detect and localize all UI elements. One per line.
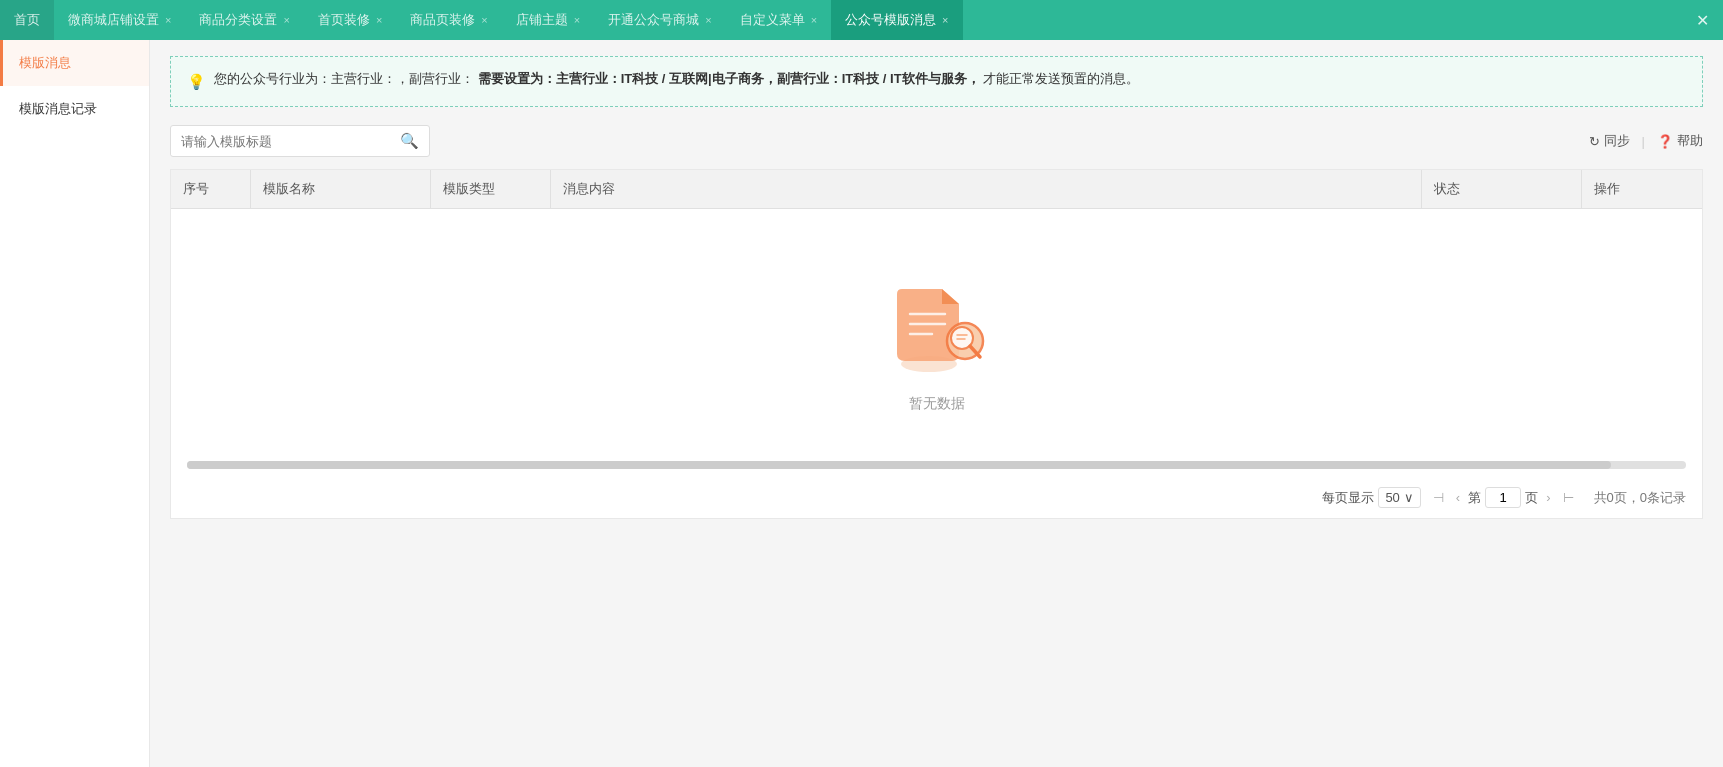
last-page-button[interactable]: ⊢ bbox=[1559, 488, 1578, 507]
close-open-shop-icon[interactable]: × bbox=[705, 14, 711, 26]
sync-icon: ↻ bbox=[1589, 134, 1600, 149]
close-store-settings-icon[interactable]: × bbox=[165, 14, 171, 26]
help-button[interactable]: ❓ 帮助 bbox=[1657, 132, 1703, 150]
notice-text: 您的公众号行业为：主营行业：，副营行业： 需要设置为：主营行业：IT科技 / 互… bbox=[214, 69, 1139, 90]
empty-text: 暂无数据 bbox=[909, 395, 965, 413]
scroll-thumb[interactable] bbox=[187, 461, 1611, 469]
col-type: 模版类型 bbox=[431, 170, 551, 208]
close-product-decor-icon[interactable]: × bbox=[481, 14, 487, 26]
first-page-button[interactable]: ⊣ bbox=[1429, 488, 1448, 507]
col-action: 操作 bbox=[1582, 170, 1702, 208]
close-category-settings-icon[interactable]: × bbox=[283, 14, 289, 26]
sync-label: 同步 bbox=[1604, 132, 1630, 150]
dropdown-icon: ∨ bbox=[1404, 490, 1414, 505]
sidebar-item-template-message-record[interactable]: 模版消息记录 bbox=[0, 86, 149, 132]
current-page-input[interactable] bbox=[1485, 487, 1521, 508]
tab-category-settings[interactable]: 商品分类设置 × bbox=[185, 0, 303, 40]
tab-custom-menu-label: 自定义菜单 bbox=[740, 11, 805, 29]
page-unit: 页 bbox=[1525, 489, 1538, 507]
notice-icon: 💡 bbox=[187, 70, 206, 94]
notice-text-bold: 需要设置为：主营行业：IT科技 / 互联网|电子商务，副营行业：IT科技 / I… bbox=[478, 71, 980, 86]
search-input-wrap: 🔍 bbox=[170, 125, 430, 157]
prev-page-button[interactable]: ‹ bbox=[1452, 488, 1464, 507]
page-size-dropdown[interactable]: 50 ∨ bbox=[1378, 487, 1420, 508]
notice-text-prefix: 您的公众号行业为：主营行业：，副营行业： bbox=[214, 71, 474, 86]
close-store-theme-icon[interactable]: × bbox=[574, 14, 580, 26]
data-table: 序号 模版名称 模版类型 消息内容 状态 操作 bbox=[170, 169, 1703, 519]
page-size-value: 50 bbox=[1385, 490, 1399, 505]
page-size-label: 每页显示 bbox=[1322, 489, 1374, 507]
notice-box: 💡 您的公众号行业为：主营行业：，副营行业： 需要设置为：主营行业：IT科技 /… bbox=[170, 56, 1703, 107]
next-page-button[interactable]: › bbox=[1542, 488, 1554, 507]
table-header: 序号 模版名称 模版类型 消息内容 状态 操作 bbox=[171, 170, 1702, 209]
close-custom-menu-icon[interactable]: × bbox=[811, 14, 817, 26]
tab-open-shop[interactable]: 开通公众号商城 × bbox=[594, 0, 725, 40]
search-button[interactable]: 🔍 bbox=[390, 126, 429, 156]
tab-store-theme-label: 店铺主题 bbox=[516, 11, 568, 29]
tab-home[interactable]: 首页 bbox=[0, 0, 54, 40]
search-input[interactable] bbox=[171, 128, 390, 155]
main-layout: 模版消息 模版消息记录 💡 您的公众号行业为：主营行业：，副营行业： 需要设置为… bbox=[0, 40, 1723, 767]
top-navigation: 首页 微商城店铺设置 × 商品分类设置 × 首页装修 × 商品页装修 × 店铺主… bbox=[0, 0, 1723, 40]
page-navigation: ⊣ ‹ 第 页 › ⊢ bbox=[1429, 487, 1578, 508]
tab-home-decor[interactable]: 首页装修 × bbox=[304, 0, 396, 40]
tab-template-msg[interactable]: 公众号模版消息 × bbox=[831, 0, 962, 40]
tab-open-shop-label: 开通公众号商城 bbox=[608, 11, 699, 29]
col-name: 模版名称 bbox=[251, 170, 431, 208]
close-home-decor-icon[interactable]: × bbox=[376, 14, 382, 26]
empty-state: 暂无数据 bbox=[171, 209, 1702, 453]
tab-product-decor[interactable]: 商品页装修 × bbox=[396, 0, 501, 40]
toolbar-right: ↻ 同步 | ❓ 帮助 bbox=[1589, 132, 1703, 150]
sidebar: 模版消息 模版消息记录 bbox=[0, 40, 150, 767]
tab-custom-menu[interactable]: 自定义菜单 × bbox=[726, 0, 831, 40]
sync-button[interactable]: ↻ 同步 bbox=[1589, 132, 1630, 150]
notice-text-suffix: 才能正常发送预置的消息。 bbox=[983, 71, 1139, 86]
horizontal-scrollbar[interactable] bbox=[187, 461, 1686, 469]
page-size-select: 每页显示 50 ∨ bbox=[1322, 487, 1420, 508]
help-icon: ❓ bbox=[1657, 134, 1673, 149]
page-label: 第 bbox=[1468, 489, 1481, 507]
pagination: 每页显示 50 ∨ ⊣ ‹ 第 页 › ⊢ 共0页，0条记录 bbox=[171, 477, 1702, 518]
tab-home-label: 首页 bbox=[14, 11, 40, 29]
tab-store-settings[interactable]: 微商城店铺设置 × bbox=[54, 0, 185, 40]
total-info: 共0页，0条记录 bbox=[1594, 489, 1686, 507]
close-all-button[interactable]: ✕ bbox=[1682, 11, 1723, 30]
tab-template-msg-label: 公众号模版消息 bbox=[845, 11, 936, 29]
col-status: 状态 bbox=[1422, 170, 1582, 208]
tab-home-decor-label: 首页装修 bbox=[318, 11, 370, 29]
content-area: 💡 您的公众号行业为：主营行业：，副营行业： 需要设置为：主营行业：IT科技 /… bbox=[150, 40, 1723, 767]
sidebar-item-template-message-label: 模版消息 bbox=[19, 55, 71, 70]
tab-store-settings-label: 微商城店铺设置 bbox=[68, 11, 159, 29]
close-template-msg-icon[interactable]: × bbox=[942, 14, 948, 26]
tab-product-decor-label: 商品页装修 bbox=[410, 11, 475, 29]
sidebar-item-template-message-record-label: 模版消息记录 bbox=[19, 101, 97, 116]
empty-image bbox=[877, 269, 997, 379]
help-label: 帮助 bbox=[1677, 132, 1703, 150]
search-bar: 🔍 ↻ 同步 | ❓ 帮助 bbox=[170, 125, 1703, 157]
toolbar-divider: | bbox=[1642, 134, 1645, 149]
sidebar-item-template-message[interactable]: 模版消息 bbox=[0, 40, 149, 86]
tab-category-settings-label: 商品分类设置 bbox=[199, 11, 277, 29]
col-content: 消息内容 bbox=[551, 170, 1422, 208]
col-index: 序号 bbox=[171, 170, 251, 208]
tab-store-theme[interactable]: 店铺主题 × bbox=[502, 0, 594, 40]
